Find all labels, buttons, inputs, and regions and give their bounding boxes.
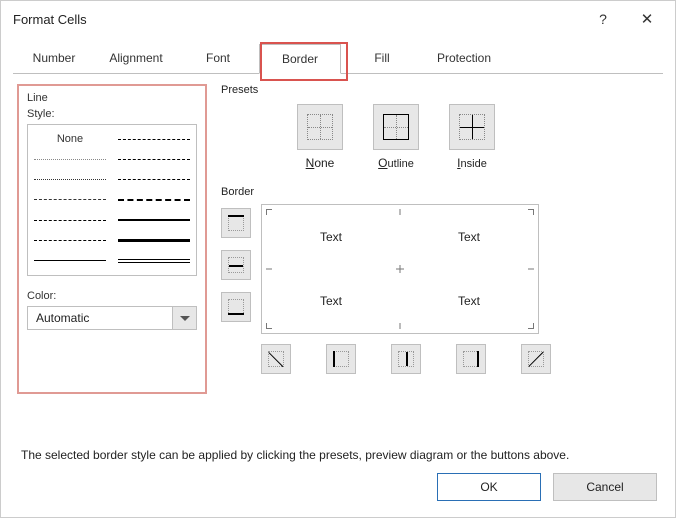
style-med-dashed[interactable] bbox=[118, 193, 190, 207]
border-right-button[interactable] bbox=[456, 344, 486, 374]
style-med-dash-dot-dot[interactable] bbox=[118, 132, 190, 146]
preset-inside-button[interactable] bbox=[449, 104, 495, 150]
border-group-label: Border bbox=[221, 186, 659, 198]
tab-border[interactable]: Border bbox=[259, 44, 341, 74]
ok-button[interactable]: OK bbox=[437, 473, 541, 501]
dialog-title: Format Cells bbox=[13, 12, 581, 27]
color-value: Automatic bbox=[27, 306, 173, 330]
help-button[interactable]: ? bbox=[581, 3, 625, 35]
preset-none-button[interactable] bbox=[297, 104, 343, 150]
right-area: Presets None Outline Inside Border bbox=[221, 84, 659, 374]
preview-cell: Text bbox=[262, 205, 400, 269]
dialog-buttons: OK Cancel bbox=[437, 473, 657, 501]
style-dashed[interactable] bbox=[34, 234, 106, 248]
tab-fill[interactable]: Fill bbox=[341, 44, 423, 74]
preview-cell: Text bbox=[262, 269, 400, 333]
style-thick[interactable] bbox=[118, 234, 190, 248]
color-dropdown-button[interactable] bbox=[173, 306, 197, 330]
line-group: Line Style: None bbox=[17, 84, 207, 394]
preset-outline-button[interactable] bbox=[373, 104, 419, 150]
style-listbox[interactable]: None bbox=[27, 124, 197, 276]
border-middle-h-button[interactable] bbox=[221, 250, 251, 280]
format-cells-dialog: Format Cells ? ✕ Number Alignment Font B… bbox=[0, 0, 676, 518]
style-dash-dot-dot[interactable] bbox=[34, 193, 106, 207]
preview-cell: Text bbox=[400, 269, 538, 333]
cancel-button[interactable]: Cancel bbox=[553, 473, 657, 501]
color-label: Color: bbox=[27, 290, 197, 302]
style-dotted[interactable] bbox=[34, 173, 106, 187]
tab-protection[interactable]: Protection bbox=[423, 44, 505, 74]
tab-alignment[interactable]: Alignment bbox=[95, 44, 177, 74]
line-group-label: Line bbox=[27, 92, 197, 104]
border-diag-up-button[interactable] bbox=[261, 344, 291, 374]
hint-text: The selected border style can be applied… bbox=[1, 434, 675, 462]
style-med-dash-dot[interactable] bbox=[118, 173, 190, 187]
style-hair[interactable] bbox=[34, 152, 106, 166]
preset-outline-label: Outline bbox=[378, 156, 414, 170]
style-dash-dot[interactable] bbox=[34, 213, 106, 227]
style-thin[interactable] bbox=[34, 254, 106, 268]
preset-inside-label: Inside bbox=[457, 156, 487, 170]
border-left-button[interactable] bbox=[326, 344, 356, 374]
tab-content: Line Style: None bbox=[1, 74, 675, 434]
border-top-button[interactable] bbox=[221, 208, 251, 238]
style-double[interactable] bbox=[118, 254, 190, 268]
border-diag-down-button[interactable] bbox=[521, 344, 551, 374]
color-dropdown[interactable]: Automatic bbox=[27, 306, 197, 330]
style-none[interactable]: None bbox=[34, 132, 106, 146]
border-bottom-button[interactable] bbox=[221, 292, 251, 322]
style-medium[interactable] bbox=[118, 213, 190, 227]
style-label: Style: bbox=[27, 108, 197, 120]
titlebar: Format Cells ? ✕ bbox=[1, 1, 675, 37]
preview-cell: Text bbox=[400, 205, 538, 269]
style-slant-dash-dot[interactable] bbox=[118, 152, 190, 166]
chevron-down-icon bbox=[180, 316, 190, 321]
preset-none-label: None bbox=[306, 156, 335, 170]
close-button[interactable]: ✕ bbox=[625, 3, 669, 35]
border-middle-v-button[interactable] bbox=[391, 344, 421, 374]
presets-group-label: Presets bbox=[221, 84, 659, 96]
tab-number[interactable]: Number bbox=[13, 44, 95, 74]
border-preview[interactable]: Text Text Text Text bbox=[261, 204, 539, 334]
tab-strip: Number Alignment Font Border Fill Protec… bbox=[13, 43, 663, 74]
tab-font[interactable]: Font bbox=[177, 44, 259, 74]
